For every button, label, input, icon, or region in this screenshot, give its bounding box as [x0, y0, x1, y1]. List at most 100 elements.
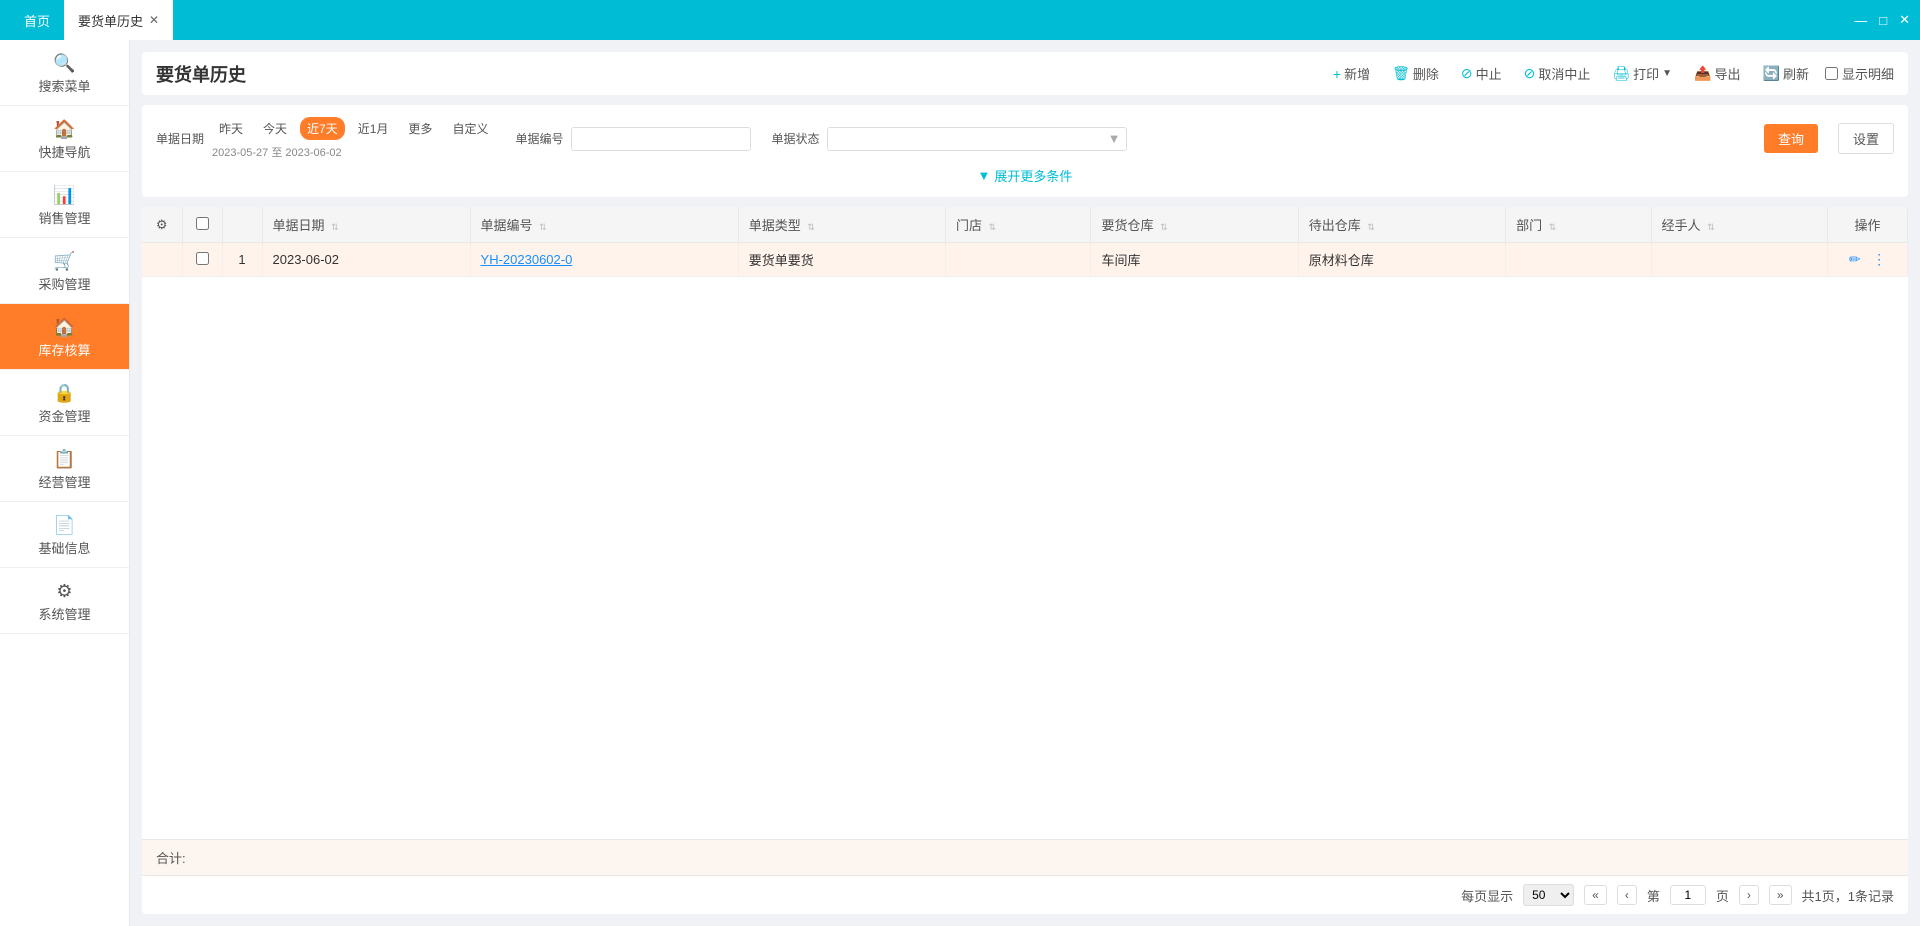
row-pending-warehouse: 原材料仓库: [1298, 243, 1505, 277]
sidebar-item-system[interactable]: ⚙ 系统管理: [0, 568, 129, 634]
window-minimize-btn[interactable]: —: [1854, 13, 1867, 28]
refresh-btn[interactable]: 🔄 刷新: [1757, 60, 1815, 87]
display-detail-checkbox[interactable]: [1825, 67, 1838, 80]
display-detail-wrap[interactable]: 显示明细: [1825, 64, 1894, 83]
status-select-arrow-icon: ▼: [1108, 131, 1127, 146]
table-header-row: ⚙ 单据日期 ⇅ 单据编号: [142, 207, 1908, 243]
sidebar-item-sales[interactable]: 📊 销售管理: [0, 172, 129, 238]
row-checkbox[interactable]: [196, 252, 209, 265]
inventory-icon: 🏠: [53, 318, 75, 336]
sidebar-item-finance[interactable]: 🔒 资金管理: [0, 370, 129, 436]
print-btn[interactable]: 🖨 打印 ▼: [1606, 60, 1678, 87]
th-operations: 操作: [1828, 207, 1908, 243]
new-label: 新增: [1344, 64, 1370, 83]
query-btn[interactable]: 查询: [1764, 124, 1818, 153]
tab-close-icon[interactable]: ✕: [149, 13, 159, 27]
sidebar-item-sales-label: 销售管理: [38, 208, 90, 227]
sort-arrows-store: ⇅: [989, 222, 997, 232]
print-arrow-icon: ▼: [1662, 68, 1672, 79]
th-checkbox: [182, 207, 222, 243]
first-page-btn[interactable]: «: [1584, 885, 1607, 905]
sidebar-item-basic-info-label: 基础信息: [38, 538, 90, 557]
date-btn-today[interactable]: 今天: [256, 117, 294, 140]
th-num: [222, 207, 262, 243]
th-pending-warehouse[interactable]: 待出仓库 ⇅: [1298, 207, 1505, 243]
purchase-icon: 🛒: [53, 252, 75, 270]
refresh-label: 刷新: [1783, 64, 1809, 83]
select-all-checkbox[interactable]: [196, 217, 209, 230]
export-icon: 📤: [1694, 65, 1711, 82]
pagination-bar: 每页显示 50 10 20 100 « ‹ 第 页 › » 共1页，1条记录: [142, 875, 1908, 914]
cancel-stop-icon: ⊘: [1524, 65, 1536, 82]
basic-info-icon: 📄: [53, 516, 75, 534]
tab-order-history[interactable]: 要货单历史 ✕: [64, 0, 173, 40]
sidebar-item-operations-label: 经营管理: [38, 472, 90, 491]
prev-page-btn[interactable]: ‹: [1617, 885, 1637, 905]
delete-btn[interactable]: 🗑 删除: [1386, 60, 1445, 87]
th-store-label: 门店: [956, 218, 982, 233]
page-size-select[interactable]: 50 10 20 100: [1523, 884, 1574, 906]
stop-btn[interactable]: ⊘ 中止: [1455, 60, 1508, 87]
page-title: 要货单历史: [156, 61, 246, 87]
status-select[interactable]: [828, 128, 1107, 150]
th-doc-date-label: 单据日期: [273, 218, 325, 233]
sidebar-item-basic-info[interactable]: 📄 基础信息: [0, 502, 129, 568]
total-info: 共1页，1条记录: [1802, 886, 1894, 905]
sort-arrows-doc-date: ⇅: [331, 222, 339, 232]
th-doc-type[interactable]: 单据类型 ⇅: [738, 207, 945, 243]
th-store[interactable]: 门店 ⇅: [946, 207, 1091, 243]
tab-home-label: 首页: [24, 11, 50, 30]
status-select-wrap: ▼: [827, 127, 1127, 151]
row-req-warehouse: 车间库: [1091, 243, 1298, 277]
sort-arrows-dept: ⇅: [1549, 222, 1557, 232]
date-filter-group: 单据日期 昨天 今天 近7天 近1月 更多 自定义 2023-05-27 至 2…: [156, 117, 495, 160]
sidebar-item-search-menu[interactable]: 🔍 搜索菜单: [0, 40, 129, 106]
sidebar-item-quick-nav[interactable]: 🏠 快捷导航: [0, 106, 129, 172]
window-maximize-btn[interactable]: □: [1879, 13, 1887, 28]
th-handler-label: 经手人: [1662, 218, 1701, 233]
row-operations: ✏ ⋮: [1828, 243, 1908, 277]
row-edit-btn[interactable]: ✏: [1845, 249, 1865, 269]
tab-bar: 首页 要货单历史 ✕: [10, 0, 1854, 40]
next-page-btn[interactable]: ›: [1739, 885, 1759, 905]
current-page-input[interactable]: [1670, 885, 1706, 905]
date-buttons: 昨天 今天 近7天 近1月 更多 自定义: [212, 117, 495, 140]
table-wrapper: ⚙ 单据日期 ⇅ 单据编号: [142, 207, 1908, 914]
row-handler: [1651, 243, 1827, 277]
sidebar-item-inventory[interactable]: 🏠 库存核算: [0, 304, 129, 370]
column-settings-icon[interactable]: ⚙: [156, 217, 168, 232]
cancel-stop-btn[interactable]: ⊘ 取消中止: [1518, 60, 1597, 87]
th-dept[interactable]: 部门 ⇅: [1506, 207, 1651, 243]
doc-no-input[interactable]: [571, 127, 751, 151]
th-req-warehouse[interactable]: 要货仓库 ⇅: [1091, 207, 1298, 243]
row-doc-no[interactable]: YH-20230602-0: [470, 243, 738, 277]
date-btn-yesterday[interactable]: 昨天: [212, 117, 250, 140]
tab-home[interactable]: 首页: [10, 0, 64, 40]
export-label: 导出: [1715, 64, 1741, 83]
stop-label: 中止: [1476, 64, 1502, 83]
top-bar-controls: — □ ✕: [1854, 12, 1910, 28]
sidebar: 🔍 搜索菜单 🏠 快捷导航 📊 销售管理 🛒 采购管理 🏠 库存核算 🔒 资金管…: [0, 40, 130, 926]
date-btn-1month[interactable]: 近1月: [351, 117, 396, 140]
date-btn-custom[interactable]: 自定义: [445, 117, 495, 140]
date-filters: 昨天 今天 近7天 近1月 更多 自定义 2023-05-27 至 2023-0…: [212, 117, 495, 160]
new-btn[interactable]: + 新增: [1327, 60, 1376, 87]
window-close-btn[interactable]: ✕: [1899, 12, 1910, 28]
date-btn-7days[interactable]: 近7天: [300, 117, 345, 140]
th-operations-label: 操作: [1854, 218, 1880, 233]
last-page-btn[interactable]: »: [1769, 885, 1792, 905]
th-doc-date[interactable]: 单据日期 ⇅: [262, 207, 470, 243]
sidebar-item-purchase[interactable]: 🛒 采购管理: [0, 238, 129, 304]
sidebar-item-operations[interactable]: 📋 经营管理: [0, 436, 129, 502]
search-menu-icon: 🔍: [53, 54, 75, 72]
settings-btn[interactable]: 设置: [1838, 123, 1894, 154]
page-size-label: 每页显示: [1461, 886, 1513, 905]
th-handler[interactable]: 经手人 ⇅: [1651, 207, 1827, 243]
row-more-btn[interactable]: ⋮: [1868, 249, 1890, 269]
date-btn-more[interactable]: 更多: [401, 117, 439, 140]
export-btn[interactable]: 📤 导出: [1688, 60, 1746, 87]
expand-more-btn[interactable]: ▼ 展开更多条件: [156, 160, 1894, 185]
th-doc-no[interactable]: 单据编号 ⇅: [470, 207, 738, 243]
sidebar-item-inventory-label: 库存核算: [38, 340, 90, 359]
filter-area: 单据日期 昨天 今天 近7天 近1月 更多 自定义 2023-05-27 至 2…: [142, 105, 1908, 197]
